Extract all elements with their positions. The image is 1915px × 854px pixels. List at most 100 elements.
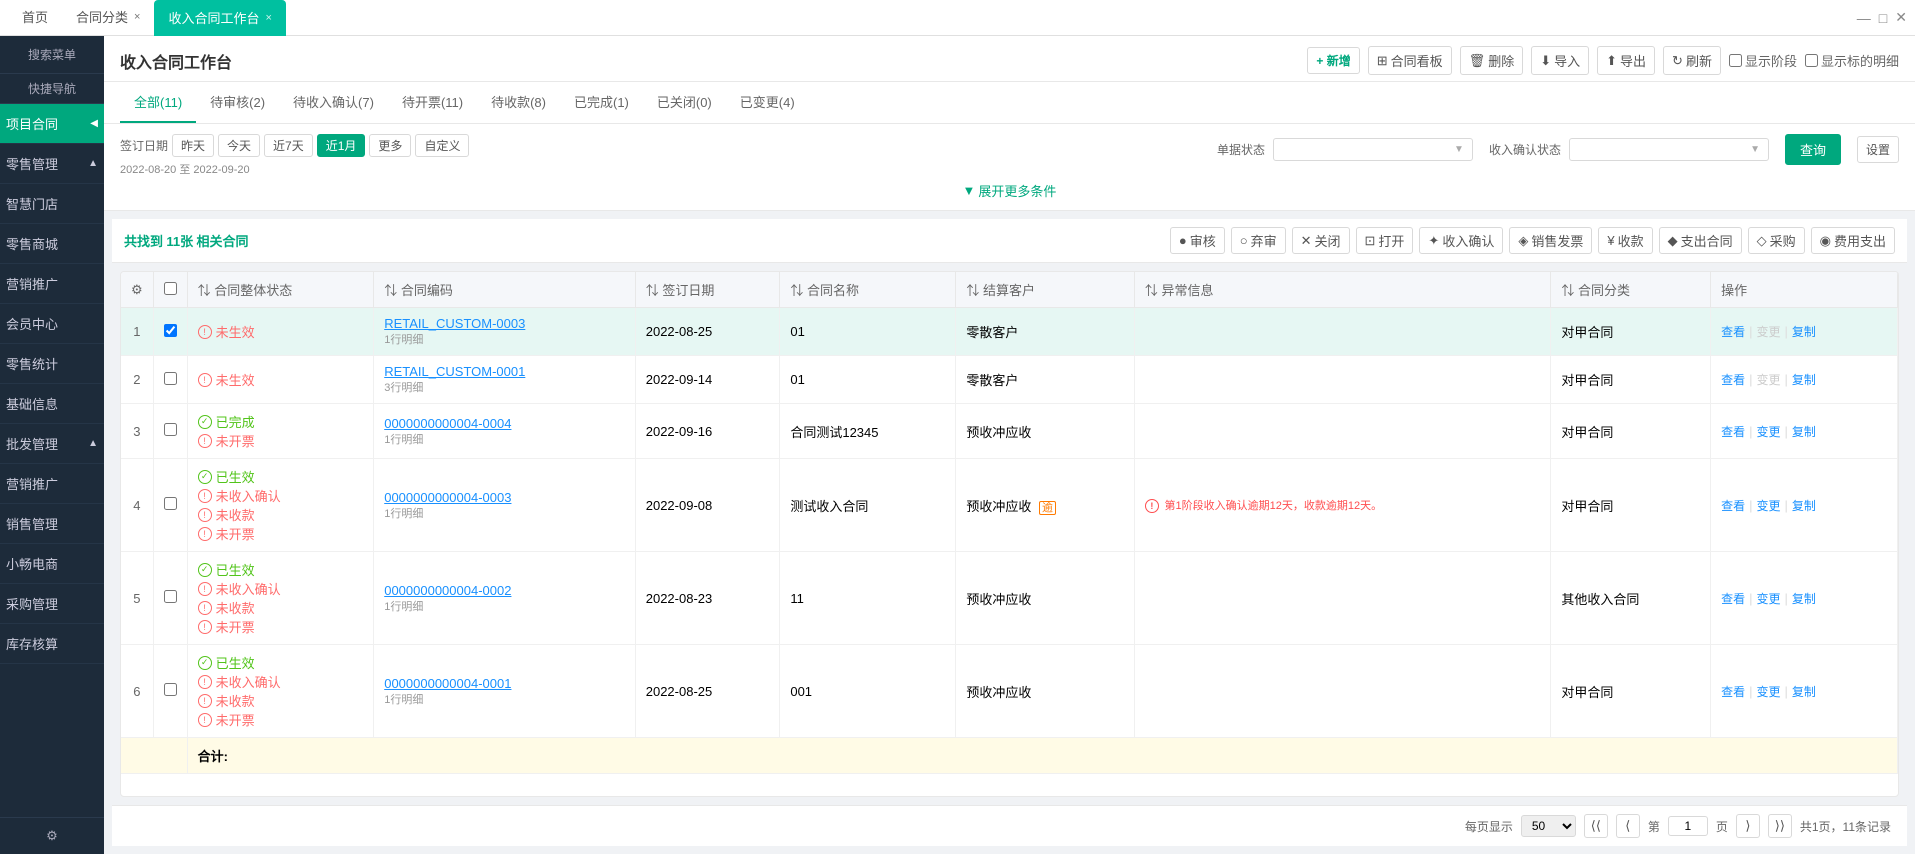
- tab-closed[interactable]: 已关闭(0): [643, 82, 726, 123]
- purchase-button[interactable]: ◇ 采购: [1748, 227, 1805, 254]
- row4-code-link[interactable]: 0000000000004-0003: [384, 490, 511, 505]
- sidebar-item-marketing2[interactable]: 营销推广: [0, 464, 104, 504]
- tab-pending-review[interactable]: 待审核(2): [196, 82, 279, 123]
- col-settings[interactable]: ⚙: [121, 272, 153, 308]
- sales-invoice-button[interactable]: ◈ 销售发票: [1509, 227, 1592, 254]
- maximize-icon[interactable]: □: [1879, 10, 1887, 26]
- sidebar-settings[interactable]: ⚙: [0, 817, 104, 854]
- tab-pending-payment[interactable]: 待收款(8): [477, 82, 560, 123]
- settings-button[interactable]: 设置: [1857, 136, 1899, 163]
- collect-payment-button[interactable]: ¥ 收款: [1598, 227, 1652, 254]
- refresh-button[interactable]: ↻ 刷新: [1663, 46, 1721, 75]
- query-button[interactable]: 查询: [1785, 134, 1841, 165]
- confirm-select[interactable]: ▼: [1569, 138, 1769, 161]
- sidebar-search[interactable]: 搜索菜单: [0, 36, 104, 74]
- row3-copy[interactable]: 复制: [1792, 423, 1816, 440]
- close-contract-button[interactable]: ✕ 关闭: [1292, 227, 1350, 254]
- row1-code-link[interactable]: RETAIL_CUSTOM-0003: [384, 316, 525, 331]
- sidebar-item-basic-info[interactable]: 基础信息: [0, 384, 104, 424]
- export-button[interactable]: ⬆ 导出: [1597, 46, 1655, 75]
- row3-change[interactable]: 变更: [1757, 423, 1781, 440]
- tab-contract-category[interactable]: 合同分类 ×: [62, 0, 154, 36]
- status-select[interactable]: ▼: [1273, 138, 1473, 161]
- row4-change[interactable]: 变更: [1757, 497, 1781, 514]
- row1-view[interactable]: 查看: [1721, 323, 1745, 340]
- page-input[interactable]: [1668, 816, 1708, 836]
- close-contract-category-icon[interactable]: ×: [134, 11, 140, 23]
- select-all-checkbox[interactable]: [164, 282, 177, 295]
- first-page-button[interactable]: ⟨⟨: [1584, 814, 1608, 838]
- sidebar-item-ecommerce[interactable]: 小畅电商: [0, 544, 104, 584]
- abandon-review-button[interactable]: ○ 弃审: [1231, 227, 1286, 254]
- sidebar-item-purchase[interactable]: 采购管理: [0, 584, 104, 624]
- page-size-select[interactable]: 50 20 100: [1521, 815, 1576, 837]
- income-confirm-button[interactable]: ✦ 收入确认: [1419, 227, 1503, 254]
- tab-pending-invoice[interactable]: 待开票(11): [388, 82, 477, 123]
- sidebar-item-retail-mgmt[interactable]: 零售管理 ▲: [0, 144, 104, 184]
- date-btn-7days[interactable]: 近7天: [264, 134, 313, 157]
- row6-view[interactable]: 查看: [1721, 683, 1745, 700]
- date-btn-more[interactable]: 更多: [369, 134, 411, 157]
- sidebar-item-wholesale[interactable]: 批发管理 ▲: [0, 424, 104, 464]
- sidebar-item-retail-mall[interactable]: 零售商城: [0, 224, 104, 264]
- sidebar-item-sales-mgmt[interactable]: 销售管理: [0, 504, 104, 544]
- col-name[interactable]: ⇅ 合同名称: [780, 272, 956, 308]
- expense-contract-button[interactable]: ◆ 支出合同: [1659, 227, 1742, 254]
- tab-home[interactable]: 首页: [8, 0, 62, 36]
- sidebar-item-marketing[interactable]: 营销推广: [0, 264, 104, 304]
- row5-change[interactable]: 变更: [1757, 590, 1781, 607]
- row3-code-link[interactable]: 0000000000004-0004: [384, 416, 511, 431]
- row2-view[interactable]: 查看: [1721, 371, 1745, 388]
- row3-checkbox[interactable]: [153, 404, 187, 459]
- row6-copy[interactable]: 复制: [1792, 683, 1816, 700]
- row2-copy[interactable]: 复制: [1792, 371, 1816, 388]
- tab-income-workbench[interactable]: 收入合同工作台 ×: [154, 0, 285, 36]
- tab-all[interactable]: 全部(11): [120, 82, 196, 123]
- col-code[interactable]: ⇅ 合同编码: [374, 272, 636, 308]
- window-close-icon[interactable]: ✕: [1895, 9, 1907, 26]
- row4-checkbox[interactable]: [153, 459, 187, 552]
- tab-completed[interactable]: 已完成(1): [560, 82, 643, 123]
- import-button[interactable]: ⬇ 导入: [1531, 46, 1589, 75]
- delete-button[interactable]: 🗑 删除: [1460, 46, 1524, 75]
- row4-view[interactable]: 查看: [1721, 497, 1745, 514]
- board-button[interactable]: ⊞ 合同看板: [1368, 46, 1452, 75]
- sidebar-item-project-contract[interactable]: 项目合同 ◀: [0, 104, 104, 144]
- review-button[interactable]: ● 审核: [1170, 227, 1225, 254]
- sidebar-nav[interactable]: 快捷导航: [0, 74, 104, 104]
- date-btn-yesterday[interactable]: 昨天: [172, 134, 214, 157]
- row5-code-link[interactable]: 0000000000004-0002: [384, 583, 511, 598]
- sidebar-item-retail-stats[interactable]: 零售统计: [0, 344, 104, 384]
- open-contract-button[interactable]: ⊡ 打开: [1356, 227, 1414, 254]
- sidebar-item-members[interactable]: 会员中心: [0, 304, 104, 344]
- row3-view[interactable]: 查看: [1721, 423, 1745, 440]
- tab-pending-confirm[interactable]: 待收入确认(7): [279, 82, 388, 123]
- sidebar-item-inventory[interactable]: 库存核算: [0, 624, 104, 664]
- date-btn-custom[interactable]: 自定义: [415, 134, 469, 157]
- row5-copy[interactable]: 复制: [1792, 590, 1816, 607]
- row5-view[interactable]: 查看: [1721, 590, 1745, 607]
- row4-copy[interactable]: 复制: [1792, 497, 1816, 514]
- next-page-button[interactable]: ⟩: [1736, 814, 1760, 838]
- row1-change[interactable]: 变更: [1757, 323, 1781, 340]
- date-btn-1month[interactable]: 近1月: [317, 134, 366, 157]
- date-btn-today[interactable]: 今天: [218, 134, 260, 157]
- row5-checkbox[interactable]: [153, 552, 187, 645]
- col-date[interactable]: ⇅ 签订日期: [635, 272, 780, 308]
- prev-page-button[interactable]: ⟨: [1616, 814, 1640, 838]
- close-income-workbench-icon[interactable]: ×: [265, 12, 271, 24]
- row6-code-link[interactable]: 0000000000004-0001: [384, 676, 511, 691]
- expand-filter-btn[interactable]: ▼ 展开更多条件: [963, 181, 1057, 200]
- minimize-icon[interactable]: —: [1857, 10, 1871, 26]
- row6-change[interactable]: 变更: [1757, 683, 1781, 700]
- row6-checkbox[interactable]: [153, 645, 187, 738]
- row2-code-link[interactable]: RETAIL_CUSTOM-0001: [384, 364, 525, 379]
- row2-change[interactable]: 变更: [1757, 371, 1781, 388]
- expense-out-button[interactable]: ◉ 费用支出: [1811, 227, 1895, 254]
- col-abnormal[interactable]: ⇅ 异常信息: [1134, 272, 1551, 308]
- col-status[interactable]: ⇅ 合同整体状态: [187, 272, 374, 308]
- last-page-button[interactable]: ⟩⟩: [1768, 814, 1792, 838]
- sidebar-item-smart-store[interactable]: 智慧门店: [0, 184, 104, 224]
- new-button[interactable]: + 新增: [1307, 47, 1359, 74]
- col-category[interactable]: ⇅ 合同分类: [1551, 272, 1711, 308]
